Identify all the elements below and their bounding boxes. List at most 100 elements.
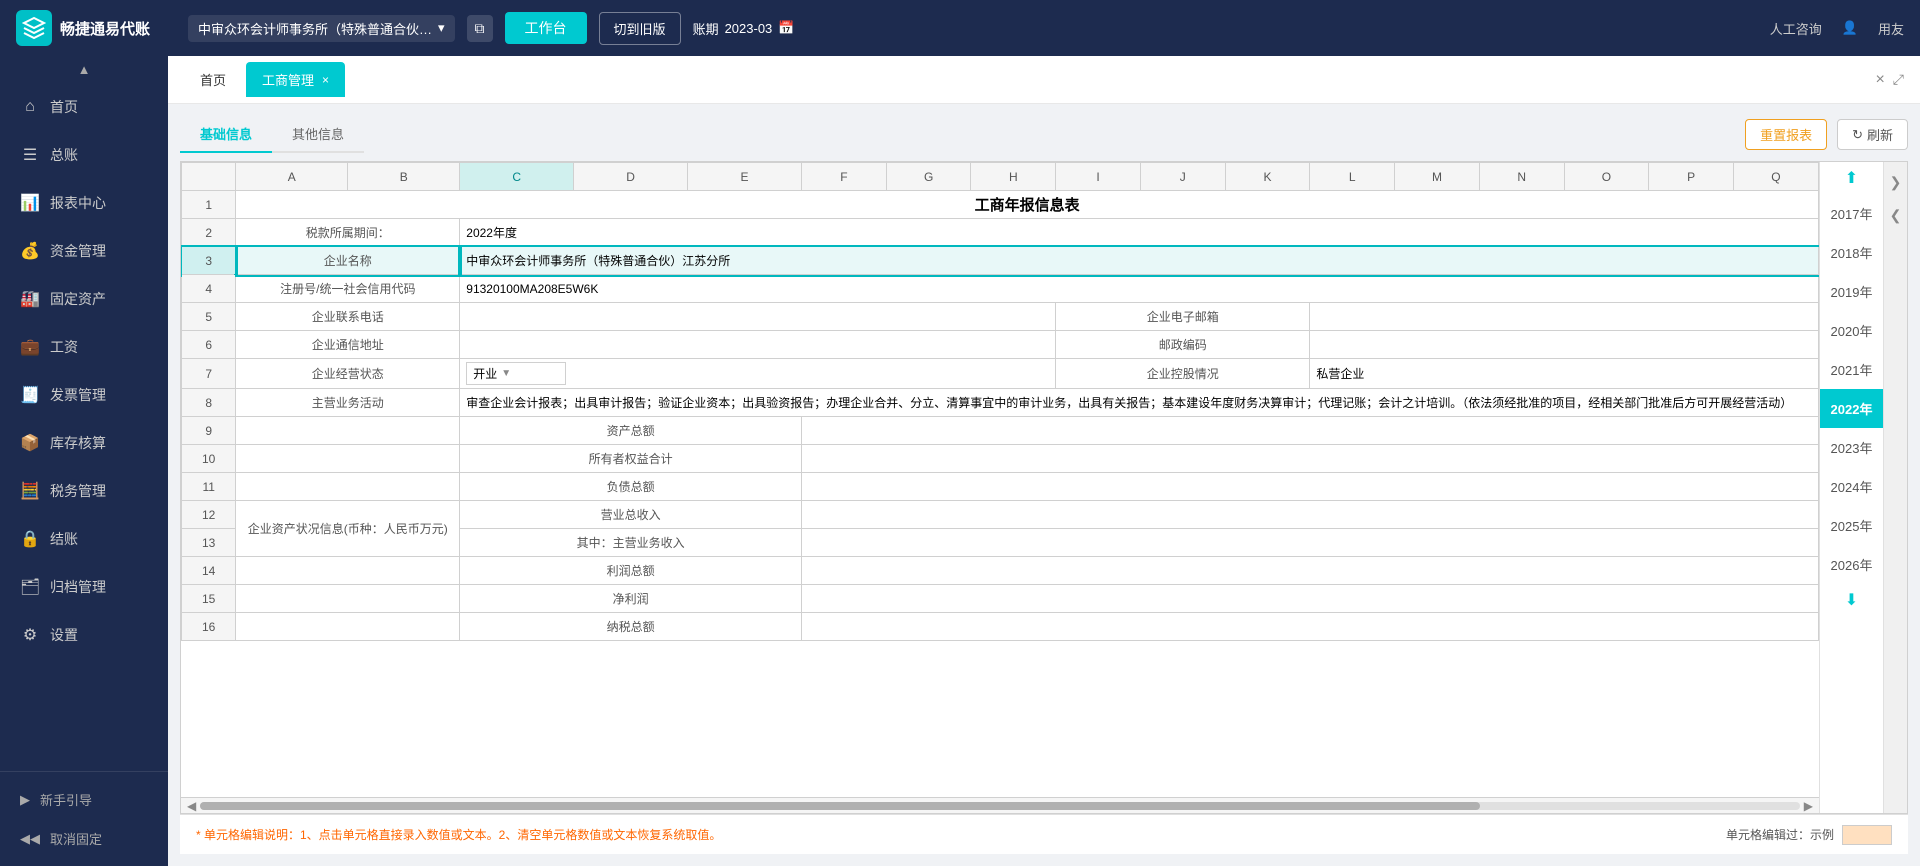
main-biz-value[interactable]: 审查企业会计报表；出具审计报告；验证企业资本；出具验资报告；办理企业合并、分立、… [460, 389, 1819, 417]
total-tax-value[interactable] [802, 613, 1819, 641]
sidebar-item-report[interactable]: 📊 报表中心 [0, 179, 168, 227]
total-debt-label: 负债总额 [460, 473, 802, 501]
year-item-2018[interactable]: 2018年 [1820, 233, 1883, 272]
sidebar-item-ledger[interactable]: ☰ 总账 [0, 131, 168, 179]
sub-tab-basic[interactable]: 基础信息 [180, 116, 272, 153]
total-debt-value[interactable] [802, 473, 1819, 501]
workbench-button[interactable]: 工作台 [505, 12, 587, 44]
col-header-g[interactable]: G [886, 163, 971, 191]
sidebar-item-archive[interactable]: 🗂 归档管理 [0, 563, 168, 611]
scrollbar-track[interactable] [200, 802, 1800, 810]
year-item-2026[interactable]: 2026年 [1820, 545, 1883, 584]
right-expand-button[interactable]: ❮ [1886, 203, 1906, 228]
tab-business[interactable]: 工商管理 × [246, 62, 345, 97]
sheet-title-cell[interactable]: 工商年报信息表 [236, 191, 1819, 219]
reset-button[interactable]: 重置报表 [1745, 119, 1827, 150]
main-revenue-value[interactable] [802, 529, 1819, 557]
sub-tab-other[interactable]: 其他信息 [272, 116, 364, 153]
col-header-o[interactable]: O [1564, 163, 1649, 191]
account-period-label: 账期 [693, 19, 719, 38]
old-version-button[interactable]: 切到旧版 [599, 12, 681, 45]
sidebar-item-home[interactable]: ⌂ 首页 [0, 83, 168, 131]
tax-period-value[interactable]: 2022年度 [460, 219, 1819, 247]
biz-status-select[interactable]: 开业 ▼ [466, 362, 566, 385]
biz-status-label: 企业经营状态 [236, 359, 460, 389]
year-item-2017[interactable]: 2017年 [1820, 194, 1883, 233]
year-item-2024[interactable]: 2024年 [1820, 467, 1883, 506]
col-header-f[interactable]: F [802, 163, 887, 191]
net-profit-value[interactable] [802, 585, 1819, 613]
control-value[interactable]: 私营企业 [1310, 359, 1819, 389]
email-value[interactable] [1310, 303, 1819, 331]
col-header-l[interactable]: L [1310, 163, 1395, 191]
year-item-2025[interactable]: 2025年 [1820, 506, 1883, 545]
tab-home[interactable]: 首页 [184, 62, 242, 97]
scroll-left-arrow[interactable]: ◀ [183, 799, 200, 813]
archive-icon: 🗂 [20, 577, 40, 597]
sidebar-item-invoice[interactable]: 🧾 发票管理 [0, 371, 168, 419]
col-header-b[interactable]: B [348, 163, 460, 191]
guide-icon: ▶ [20, 792, 30, 808]
right-collapse-button[interactable]: ❯ [1886, 170, 1906, 195]
col-header-k[interactable]: K [1225, 163, 1310, 191]
year-item-2022[interactable]: 2022年 [1820, 389, 1883, 428]
company-name-value[interactable]: 中审众环会计师事务所（特殊普通合伙）江苏分所 [460, 247, 1819, 275]
total-profit-value[interactable] [802, 557, 1819, 585]
row-num-8: 8 [182, 389, 236, 417]
empty-cell [236, 473, 460, 501]
sidebar-item-close[interactable]: 🔒 结账 [0, 515, 168, 563]
year-item-2020[interactable]: 2020年 [1820, 311, 1883, 350]
tab-home-label: 首页 [200, 73, 226, 88]
col-header-h[interactable]: H [971, 163, 1056, 191]
year-scroll-up[interactable]: ⬆ [1820, 162, 1883, 194]
refresh-button[interactable]: ↻ 刷新 [1837, 119, 1908, 150]
postcode-value[interactable] [1310, 331, 1819, 359]
copy-button[interactable]: ⧉ [467, 15, 493, 42]
table-row: 9 资产总额 [182, 417, 1819, 445]
sidebar-item-salary[interactable]: 💼 工资 [0, 323, 168, 371]
year-item-2023[interactable]: 2023年 [1820, 428, 1883, 467]
biz-status-value[interactable]: 开业 ▼ [460, 359, 1056, 389]
year-item-2021[interactable]: 2021年 [1820, 350, 1883, 389]
window-close-icon[interactable]: × [1875, 71, 1884, 89]
col-header-q[interactable]: Q [1733, 163, 1818, 191]
calendar-icon[interactable]: 📅 [778, 20, 794, 36]
sidebar-item-assets[interactable]: 🏭 固定资产 [0, 275, 168, 323]
company-selector[interactable]: 中审众环会计师事务所（特殊普通合伙… ▾ [188, 15, 455, 42]
close-accounts-icon: 🔒 [20, 529, 40, 549]
total-revenue-value[interactable] [802, 501, 1819, 529]
col-header-e[interactable]: E [687, 163, 801, 191]
col-header-m[interactable]: M [1395, 163, 1480, 191]
col-header-i[interactable]: I [1056, 163, 1141, 191]
user-label: 用友 [1878, 19, 1904, 38]
col-header-n[interactable]: N [1479, 163, 1564, 191]
sidebar-item-settings[interactable]: ⚙ 设置 [0, 611, 168, 659]
reg-no-value[interactable]: 91320100MA208E5W6K [460, 275, 1819, 303]
col-header-p[interactable]: P [1649, 163, 1734, 191]
sidebar-item-guide[interactable]: ▶ 新手引导 [0, 780, 168, 819]
col-header-a[interactable]: A [236, 163, 348, 191]
window-expand-icon[interactable]: ⤢ [1893, 71, 1904, 89]
sidebar-scroll-up[interactable]: ▲ [0, 56, 168, 83]
scroll-right-arrow[interactable]: ▶ [1800, 799, 1817, 813]
assets-section-label [236, 417, 460, 445]
sidebar-item-tax[interactable]: 🧮 税务管理 [0, 467, 168, 515]
scrollbar-thumb[interactable] [200, 802, 1480, 810]
equity-value[interactable] [802, 445, 1819, 473]
address-value[interactable] [460, 331, 1056, 359]
sheet-table-wrapper[interactable]: A B C D E F G H I J [181, 162, 1819, 797]
phone-value[interactable] [460, 303, 1056, 331]
tab-close-icon[interactable]: × [322, 73, 329, 87]
horizontal-scrollbar[interactable]: ◀ ▶ [181, 797, 1819, 813]
sidebar-item-inventory[interactable]: 📦 库存核算 [0, 419, 168, 467]
col-header-c[interactable]: C [460, 163, 574, 191]
service-label[interactable]: 人工咨询 [1770, 19, 1822, 38]
total-assets-value[interactable] [802, 417, 1819, 445]
col-header-j[interactable]: J [1140, 163, 1225, 191]
sidebar-item-finance[interactable]: 💰 资金管理 [0, 227, 168, 275]
year-scroll-down[interactable]: ⬇ [1820, 584, 1883, 616]
col-header-d[interactable]: D [574, 163, 688, 191]
sidebar-item-unpin[interactable]: ◀◀ 取消固定 [0, 819, 168, 858]
row-num-14: 14 [182, 557, 236, 585]
year-item-2019[interactable]: 2019年 [1820, 272, 1883, 311]
